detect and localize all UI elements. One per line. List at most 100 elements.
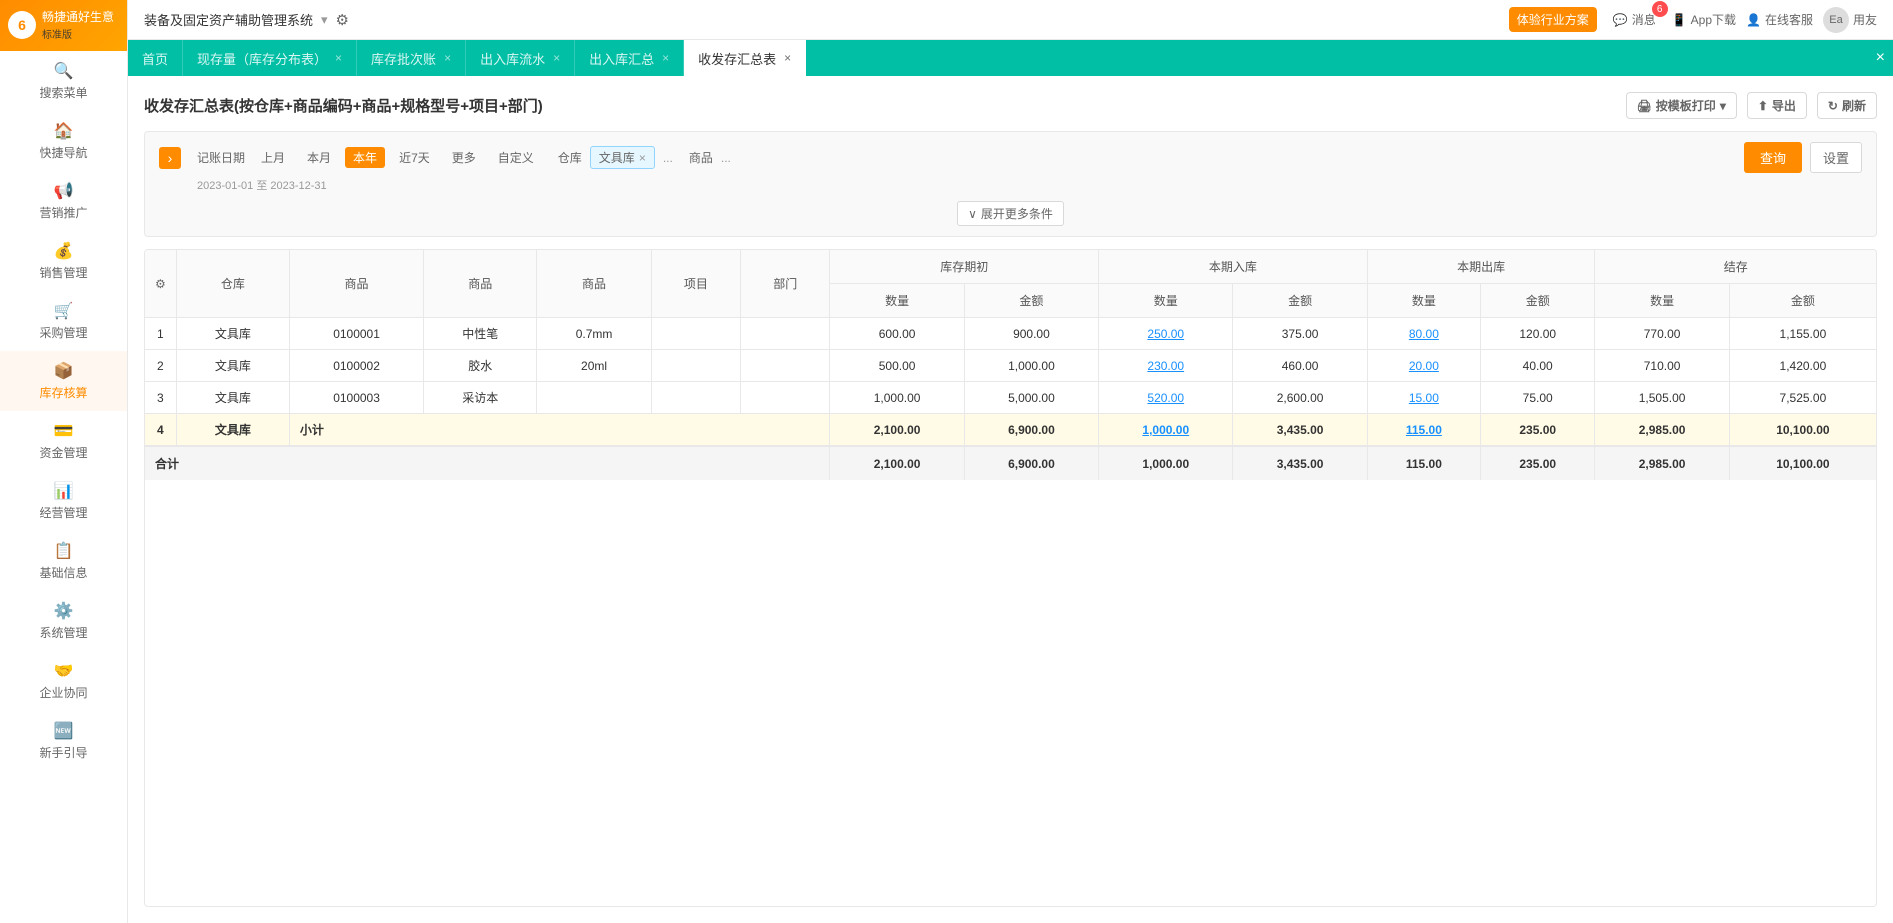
- print-icon: 🖨: [1637, 99, 1652, 113]
- tab-close-receive-send-summary[interactable]: ×: [784, 51, 791, 65]
- cell-department: [741, 382, 830, 414]
- cell-in-qty[interactable]: 230.00: [1099, 350, 1233, 382]
- cell-project: [651, 318, 740, 350]
- print-dropdown-icon: ▾: [1720, 99, 1726, 113]
- col-closing-qty: 数量: [1595, 284, 1729, 318]
- sub-in-qty[interactable]: 1,000.00: [1099, 414, 1233, 447]
- date-btn-more[interactable]: 更多: [444, 147, 484, 168]
- export-icon: ⬆: [1758, 99, 1768, 113]
- date-btn-this-year[interactable]: 本年: [345, 147, 385, 168]
- date-btn-this-month[interactable]: 本月: [299, 147, 339, 168]
- tab-close-in-out-summary[interactable]: ×: [662, 51, 669, 65]
- date-range-display: 2023-01-01 至 2023-12-31: [197, 180, 327, 192]
- sidebar-item-search[interactable]: 🔍 搜索菜单: [0, 51, 127, 111]
- tab-in-out-flow[interactable]: 出入库流水 ×: [466, 40, 575, 76]
- date-btn-7days[interactable]: 近7天: [391, 147, 438, 168]
- cell-warehouse: 文具库: [176, 350, 289, 382]
- date-filter-label: 记账日期: [197, 149, 245, 166]
- tab-inventory-dist[interactable]: 现存量（库存分布表） ×: [183, 40, 357, 76]
- col-project: 项目: [651, 250, 740, 318]
- cell-project: [651, 382, 740, 414]
- warehouse-tag-close[interactable]: ×: [639, 151, 646, 165]
- sub-close-qty: 2,985.00: [1595, 414, 1729, 447]
- tab-home[interactable]: 首页: [128, 40, 183, 76]
- tab-close-inventory-dist[interactable]: ×: [335, 51, 342, 65]
- col-department: 部门: [741, 250, 830, 318]
- goods-filter-label: 商品: [689, 149, 713, 166]
- user-profile-btn[interactable]: Ea 用友: [1823, 7, 1877, 33]
- col-in-amt: 金额: [1233, 284, 1367, 318]
- sidebar-item-inventory[interactable]: 📦 库存核算: [0, 351, 127, 411]
- purchase-icon: 🛒: [54, 301, 74, 321]
- cell-goods-code: 0100002: [289, 350, 423, 382]
- cell-seq: 3: [145, 382, 176, 414]
- app-download-btn[interactable]: 📱 App下载: [1672, 11, 1736, 28]
- refresh-btn[interactable]: ↻ 刷新: [1817, 92, 1877, 119]
- dropdown-icon: ▾: [321, 12, 328, 28]
- tab-receive-send-summary[interactable]: 收发存汇总表 ×: [684, 40, 806, 76]
- cell-goods-code: 0100001: [289, 318, 423, 350]
- date-btn-last-month[interactable]: 上月: [253, 147, 293, 168]
- settings-btn[interactable]: 设置: [1810, 142, 1862, 173]
- top-header: 装备及固定资产辅助管理系统 ▾ ⚙ 体验行业方案 💬 6 消息 📱 App下载 …: [128, 0, 1893, 40]
- sub-out-amt: 235.00: [1480, 414, 1594, 447]
- footer-in-amt: 3,435.00: [1233, 446, 1367, 480]
- sidebar-item-basic[interactable]: 📋 基础信息: [0, 531, 127, 591]
- sidebar-item-finance[interactable]: 💳 资金管理: [0, 411, 127, 471]
- print-btn[interactable]: 🖨 按模板打印 ▾: [1626, 92, 1737, 119]
- warehouse-more[interactable]: ...: [663, 151, 673, 165]
- experience-btn[interactable]: 体验行业方案: [1509, 7, 1597, 32]
- table-row: 2 文具库 0100002 胶水 20ml 500.00 1,000.00 23…: [145, 350, 1876, 382]
- sidebar-item-enterprise[interactable]: 🤝 企业协同: [0, 651, 127, 711]
- subtotal-row: 4 文具库 小计 2,100.00 6,900.00 1,000.00 3,43…: [145, 414, 1876, 447]
- sidebar-item-marketing[interactable]: 📢 营销推广: [0, 171, 127, 231]
- search-icon: 🔍: [54, 61, 74, 81]
- online-service-btn[interactable]: 👤 在线客服: [1746, 11, 1813, 28]
- filter-toggle-btn[interactable]: ›: [159, 147, 181, 169]
- finance-icon: 💳: [54, 421, 74, 441]
- table-settings-icon[interactable]: ⚙: [145, 250, 176, 318]
- col-in-group: 本期入库: [1099, 250, 1368, 284]
- cell-in-qty[interactable]: 250.00: [1099, 318, 1233, 350]
- tab-close-in-out-flow[interactable]: ×: [553, 51, 560, 65]
- mobile-icon: 📱: [1672, 13, 1687, 27]
- cell-in-amt: 375.00: [1233, 318, 1367, 350]
- sidebar-item-operation[interactable]: 📊 经营管理: [0, 471, 127, 531]
- cell-out-qty[interactable]: 20.00: [1367, 350, 1480, 382]
- sidebar-item-sales[interactable]: 💰 销售管理: [0, 231, 127, 291]
- guide-icon: 🆕: [54, 721, 74, 741]
- cell-open-amt: 900.00: [964, 318, 1098, 350]
- cell-in-amt: 2,600.00: [1233, 382, 1367, 414]
- col-opening-qty: 数量: [830, 284, 964, 318]
- cell-warehouse: 文具库: [176, 382, 289, 414]
- sidebar-item-purchase[interactable]: 🛒 采购管理: [0, 291, 127, 351]
- goods-more[interactable]: ...: [721, 151, 731, 165]
- date-btn-custom[interactable]: 自定义: [490, 147, 542, 168]
- tab-in-out-summary[interactable]: 出入库汇总 ×: [575, 40, 684, 76]
- inventory-icon: 📦: [54, 361, 74, 381]
- gear-settings-icon[interactable]: ⚙: [336, 11, 349, 29]
- message-btn[interactable]: 💬 6 消息: [1607, 7, 1662, 32]
- expand-conditions-btn[interactable]: ∨ 展开更多条件: [957, 201, 1064, 226]
- sub-out-qty[interactable]: 115.00: [1367, 414, 1480, 447]
- col-out-qty: 数量: [1367, 284, 1480, 318]
- footer-out-qty: 115.00: [1367, 446, 1480, 480]
- col-goods-code: 商品: [289, 250, 423, 318]
- cell-close-qty: 770.00: [1595, 318, 1729, 350]
- date-filter: 记账日期 上月 本月 本年 近7天 更多 自定义: [197, 147, 542, 168]
- main-area: 装备及固定资产辅助管理系统 ▾ ⚙ 体验行业方案 💬 6 消息 📱 App下载 …: [128, 0, 1893, 923]
- export-btn[interactable]: ⬆ 导出: [1747, 92, 1807, 119]
- sidebar-item-quick-nav[interactable]: 🏠 快捷导航: [0, 111, 127, 171]
- col-goods-name: 商品: [424, 250, 537, 318]
- cell-in-qty[interactable]: 520.00: [1099, 382, 1233, 414]
- tab-batch-account[interactable]: 库存批次账 ×: [357, 40, 466, 76]
- cell-out-qty[interactable]: 15.00: [1367, 382, 1480, 414]
- data-table: ⚙ 仓库 商品 商品 商品 项目 部门 库存期初 本期入库 本期出库 结存 数量: [145, 250, 1876, 480]
- message-badge: 6: [1652, 1, 1668, 17]
- tab-close-batch-account[interactable]: ×: [444, 51, 451, 65]
- query-btn[interactable]: 查询: [1744, 142, 1802, 173]
- cell-out-qty[interactable]: 80.00: [1367, 318, 1480, 350]
- tab-bar-close[interactable]: ×: [1868, 49, 1893, 67]
- sidebar-item-system[interactable]: ⚙️ 系统管理: [0, 591, 127, 651]
- sidebar-item-guide[interactable]: 🆕 新手引导: [0, 711, 127, 771]
